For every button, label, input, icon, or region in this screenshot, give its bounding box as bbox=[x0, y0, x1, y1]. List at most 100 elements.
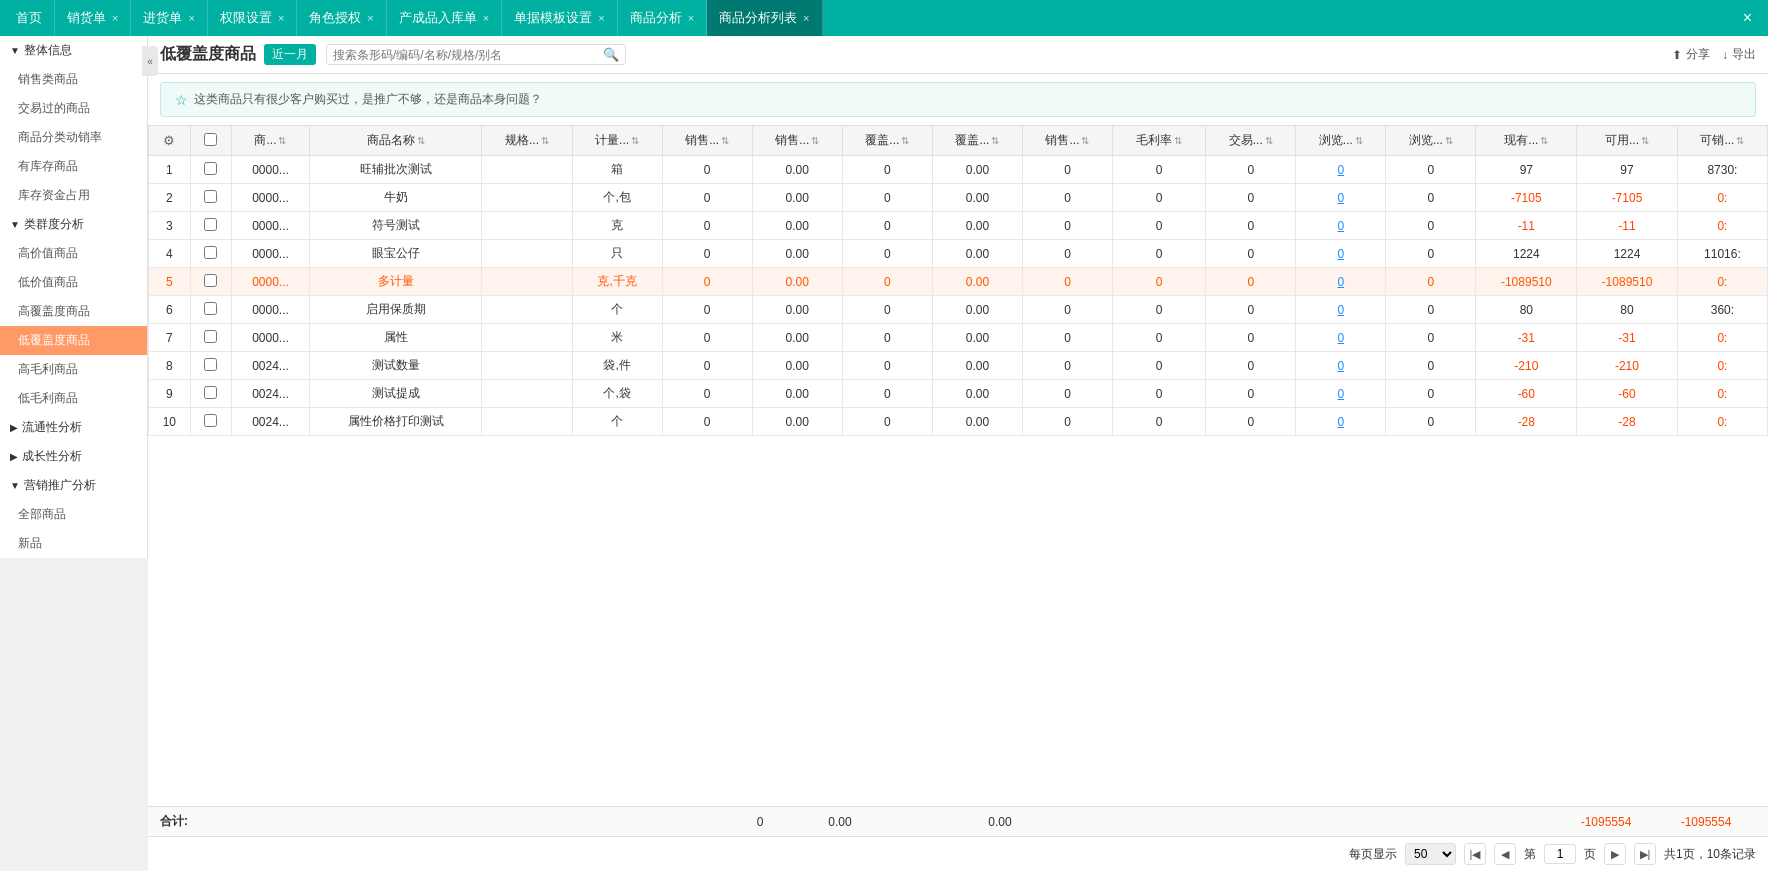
cell-browse1[interactable]: 0 bbox=[1296, 408, 1386, 436]
close-tab-icon[interactable]: × bbox=[688, 12, 694, 24]
sidebar-item-高毛利商品[interactable]: 高毛利商品 bbox=[0, 355, 147, 384]
row-checkbox[interactable] bbox=[204, 218, 217, 231]
close-tab-icon[interactable]: × bbox=[803, 12, 809, 24]
row-checkbox[interactable] bbox=[204, 190, 217, 203]
browse-link[interactable]: 0 bbox=[1338, 387, 1345, 401]
sidebar-item-高价值商品[interactable]: 高价值商品 bbox=[0, 239, 147, 268]
close-tab-icon[interactable]: × bbox=[598, 12, 604, 24]
sidebar-section-整体信息[interactable]: ▼整体信息 bbox=[0, 36, 147, 65]
sidebar-item-库存资金占用[interactable]: 库存资金占用 bbox=[0, 181, 147, 210]
sidebar-section-类群度分析[interactable]: ▼类群度分析 bbox=[0, 210, 147, 239]
nav-item-产成品入库单[interactable]: 产成品入库单× bbox=[387, 0, 502, 36]
col-header-sales_qty[interactable]: 销售...⇅ bbox=[662, 126, 752, 156]
row-checkbox[interactable] bbox=[204, 414, 217, 427]
browse-link[interactable]: 0 bbox=[1338, 163, 1345, 177]
cell-browse1[interactable]: 0 bbox=[1296, 184, 1386, 212]
col-header-sellable[interactable]: 可销...⇅ bbox=[1677, 126, 1767, 156]
browse-link[interactable]: 0 bbox=[1338, 303, 1345, 317]
share-btn[interactable]: ⬆ 分享 bbox=[1672, 46, 1710, 63]
close-tab-icon[interactable]: × bbox=[188, 12, 194, 24]
sidebar-item-低覆盖度商品[interactable]: 低覆盖度商品 bbox=[0, 326, 147, 355]
cell-cb[interactable] bbox=[190, 408, 231, 436]
nav-item-商品分析[interactable]: 商品分析× bbox=[618, 0, 707, 36]
close-tab-icon[interactable]: × bbox=[367, 12, 373, 24]
cell-browse1[interactable]: 0 bbox=[1296, 212, 1386, 240]
col-header-available[interactable]: 可用...⇅ bbox=[1577, 126, 1678, 156]
nav-item-商品分析列表[interactable]: 商品分析列表× bbox=[707, 0, 822, 36]
close-tab-icon[interactable]: × bbox=[483, 12, 489, 24]
nav-item-单据模板设置[interactable]: 单据模板设置× bbox=[502, 0, 617, 36]
nav-item-角色授权[interactable]: 角色授权× bbox=[297, 0, 386, 36]
cell-cb[interactable] bbox=[190, 184, 231, 212]
browse-link[interactable]: 0 bbox=[1338, 247, 1345, 261]
row-checkbox[interactable] bbox=[204, 246, 217, 259]
nav-item-首页[interactable]: 首页 bbox=[4, 0, 55, 36]
select-all-checkbox[interactable] bbox=[204, 133, 217, 146]
sidebar-item-有库存商品[interactable]: 有库存商品 bbox=[0, 152, 147, 181]
col-header-name[interactable]: 商品名称⇅ bbox=[310, 126, 482, 156]
col-header-gear[interactable]: ⚙ bbox=[149, 126, 191, 156]
cell-cb[interactable] bbox=[190, 380, 231, 408]
date-filter-btn[interactable]: 近一月 bbox=[264, 44, 316, 65]
close-all-btn[interactable]: × bbox=[1731, 9, 1764, 27]
page-input[interactable] bbox=[1544, 844, 1576, 864]
sidebar-section-成长性分析[interactable]: ▶成长性分析 bbox=[0, 442, 147, 471]
sidebar-item-销售类商品[interactable]: 销售类商品 bbox=[0, 65, 147, 94]
nav-item-权限设置[interactable]: 权限设置× bbox=[208, 0, 297, 36]
prev-first-btn[interactable]: |◀ bbox=[1464, 843, 1486, 865]
cell-cb[interactable] bbox=[190, 324, 231, 352]
row-checkbox[interactable] bbox=[204, 330, 217, 343]
cell-cb[interactable] bbox=[190, 296, 231, 324]
sidebar-collapse-btn[interactable]: « bbox=[142, 46, 158, 76]
browse-link[interactable]: 0 bbox=[1338, 331, 1345, 345]
cell-browse1[interactable]: 0 bbox=[1296, 324, 1386, 352]
browse-link[interactable]: 0 bbox=[1338, 275, 1345, 289]
col-header-spec[interactable]: 规格...⇅ bbox=[482, 126, 572, 156]
close-tab-icon[interactable]: × bbox=[278, 12, 284, 24]
next-btn[interactable]: ▶ bbox=[1604, 843, 1626, 865]
col-header-cover2[interactable]: 覆盖...⇅ bbox=[932, 126, 1022, 156]
col-header-unit[interactable]: 计量...⇅ bbox=[572, 126, 662, 156]
nav-item-销货单[interactable]: 销货单× bbox=[55, 0, 131, 36]
row-checkbox[interactable] bbox=[204, 386, 217, 399]
sidebar-item-全部商品[interactable]: 全部商品 bbox=[0, 500, 147, 529]
sidebar-item-低价值商品[interactable]: 低价值商品 bbox=[0, 268, 147, 297]
col-header-sales_amt[interactable]: 销售...⇅ bbox=[752, 126, 842, 156]
cell-browse1[interactable]: 0 bbox=[1296, 380, 1386, 408]
col-header-profit_rate[interactable]: 毛利率⇅ bbox=[1113, 126, 1206, 156]
cell-cb[interactable] bbox=[190, 240, 231, 268]
col-header-checkbox[interactable] bbox=[190, 126, 231, 156]
col-header-current_stock[interactable]: 现有...⇅ bbox=[1476, 126, 1577, 156]
sidebar-item-低毛利商品[interactable]: 低毛利商品 bbox=[0, 384, 147, 413]
prev-btn[interactable]: ◀ bbox=[1494, 843, 1516, 865]
page-size-select[interactable]: 2050100 bbox=[1405, 843, 1456, 865]
export-btn[interactable]: ↓ 导出 bbox=[1722, 46, 1756, 63]
cell-cb[interactable] bbox=[190, 268, 231, 296]
sidebar-item-商品分类动销率[interactable]: 商品分类动销率 bbox=[0, 123, 147, 152]
cell-browse1[interactable]: 0 bbox=[1296, 268, 1386, 296]
browse-link[interactable]: 0 bbox=[1338, 359, 1345, 373]
browse-link[interactable]: 0 bbox=[1338, 219, 1345, 233]
sidebar-item-高覆盖度商品[interactable]: 高覆盖度商品 bbox=[0, 297, 147, 326]
cell-browse1[interactable]: 0 bbox=[1296, 240, 1386, 268]
nav-item-进货单[interactable]: 进货单× bbox=[131, 0, 207, 36]
row-checkbox[interactable] bbox=[204, 358, 217, 371]
col-header-code[interactable]: 商...⇅ bbox=[231, 126, 310, 156]
sidebar-item-新品[interactable]: 新品 bbox=[0, 529, 147, 558]
cell-browse1[interactable]: 0 bbox=[1296, 296, 1386, 324]
cell-cb[interactable] bbox=[190, 352, 231, 380]
search-input[interactable] bbox=[333, 48, 603, 62]
close-tab-icon[interactable]: × bbox=[112, 12, 118, 24]
sidebar-section-营销推广分析[interactable]: ▼营销推广分析 bbox=[0, 471, 147, 500]
col-header-browse1[interactable]: 浏览...⇅ bbox=[1296, 126, 1386, 156]
browse-link[interactable]: 0 bbox=[1338, 191, 1345, 205]
sidebar-section-流通性分析[interactable]: ▶流通性分析 bbox=[0, 413, 147, 442]
col-header-sales3[interactable]: 销售...⇅ bbox=[1022, 126, 1112, 156]
gear-icon[interactable]: ⚙ bbox=[163, 133, 175, 148]
row-checkbox[interactable] bbox=[204, 162, 217, 175]
cell-cb[interactable] bbox=[190, 156, 231, 184]
cell-browse1[interactable]: 0 bbox=[1296, 352, 1386, 380]
sidebar-item-交易过的商品[interactable]: 交易过的商品 bbox=[0, 94, 147, 123]
row-checkbox[interactable] bbox=[204, 274, 217, 287]
col-header-trade[interactable]: 交易...⇅ bbox=[1206, 126, 1296, 156]
